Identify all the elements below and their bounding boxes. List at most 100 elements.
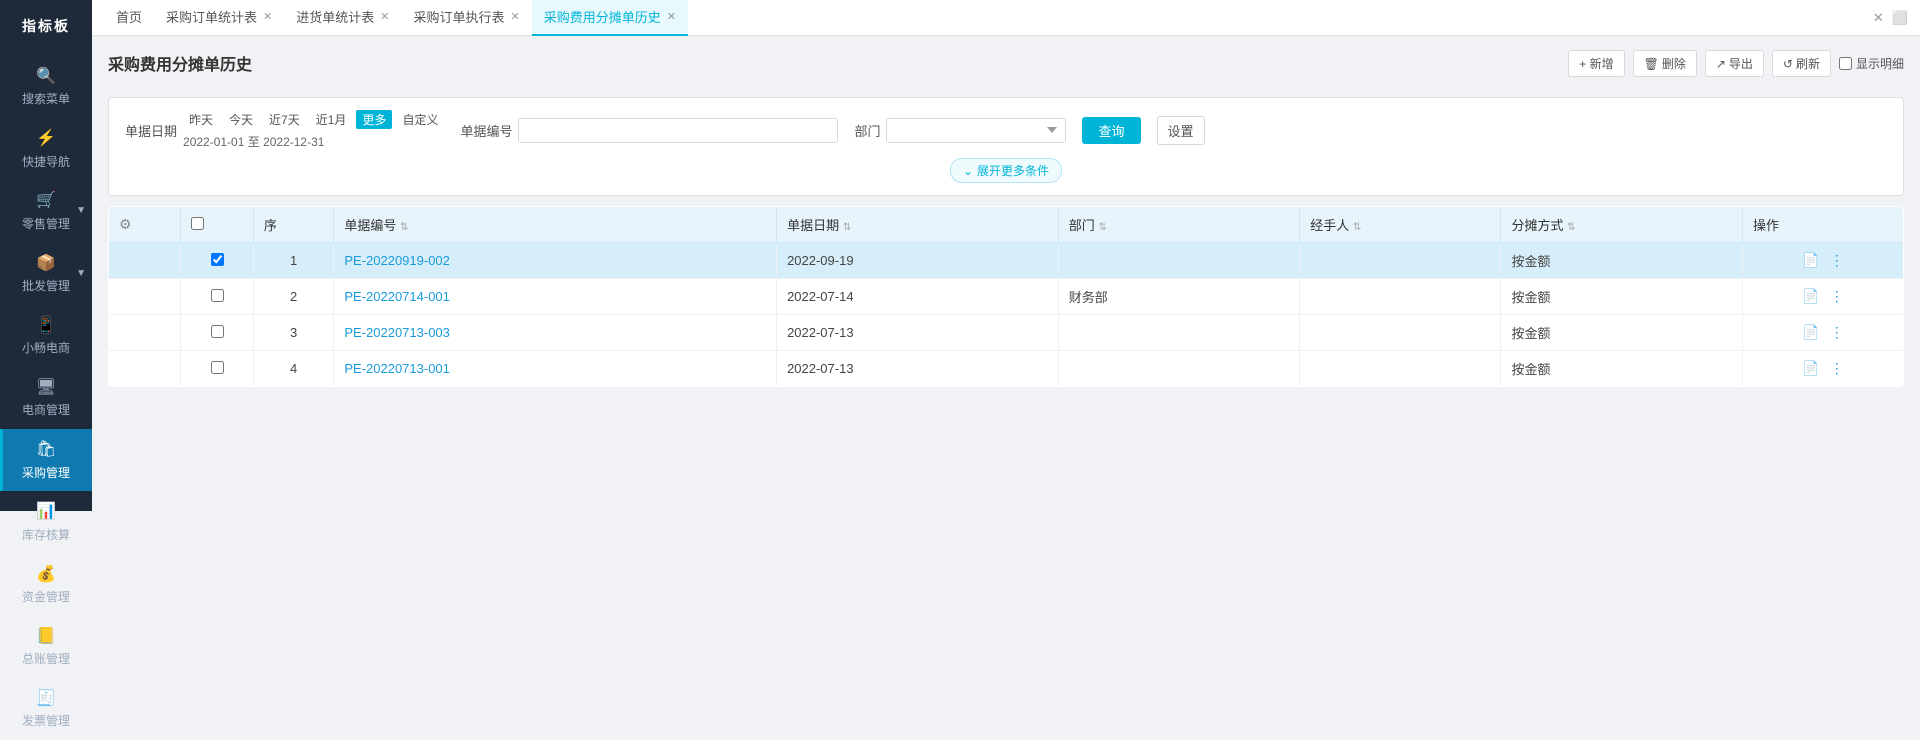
col-header-check	[181, 207, 253, 243]
sidebar-item-label: 库存核算	[22, 528, 70, 542]
row-view-icon[interactable]: 📄	[1800, 322, 1821, 343]
tab-purchase-stat[interactable]: 采购订单统计表 ✕	[154, 0, 284, 36]
row-split: 按金额	[1501, 351, 1742, 387]
table-settings-icon[interactable]: ⚙	[119, 216, 132, 232]
sort-date-icon[interactable]: ⇅	[843, 222, 851, 233]
search-row: 单据日期 昨天 今天 近7天 近1月 更多 自定义 2022-01-01 至 2…	[125, 110, 1887, 150]
row-view-icon[interactable]: 📄	[1800, 286, 1821, 307]
date-field: 单据日期 昨天 今天 近7天 近1月 更多 自定义 2022-01-01 至 2…	[125, 110, 444, 150]
row-checkbox-2[interactable]	[211, 325, 224, 338]
row-docno: PE-20220713-003	[334, 315, 777, 351]
row-dept: 财务部	[1058, 279, 1299, 315]
tab-close-purchase-exec[interactable]: ✕	[511, 10, 520, 23]
row-checkbox-3[interactable]	[211, 361, 224, 374]
row-checkbox-1[interactable]	[211, 289, 224, 302]
settings-button[interactable]: 设置	[1157, 116, 1205, 145]
row-more-icon[interactable]: ⋮	[1828, 358, 1846, 379]
sort-docno-icon[interactable]: ⇅	[400, 222, 408, 233]
tab-purchase-exec-label: 采购订单执行表	[413, 7, 504, 26]
tab-close-purchase-cost[interactable]: ✕	[667, 10, 676, 23]
tab-close-all-icon[interactable]: ✕	[1873, 10, 1884, 26]
table-header: ⚙ 序 单据编号 ⇅ 单据日期 ⇅ 部门	[109, 207, 1904, 243]
row-handler	[1300, 351, 1501, 387]
ecom-icon: 🖥	[4, 377, 88, 399]
sidebar-item-wholesale[interactable]: 📦 批发管理 ▼	[0, 243, 92, 305]
dept-select[interactable]: 财务部	[886, 118, 1066, 143]
dept-field: 部门 财务部	[854, 118, 1066, 143]
row-date: 2022-09-19	[777, 243, 1059, 279]
sort-split-icon[interactable]: ⇅	[1567, 222, 1575, 233]
display-toggle[interactable]: 显示明细	[1839, 55, 1904, 72]
delete-button[interactable]: 🗑 删除	[1633, 50, 1697, 77]
row-docno-link[interactable]: PE-20220713-003	[344, 325, 450, 340]
row-more-icon[interactable]: ⋮	[1828, 250, 1846, 271]
row-setting	[109, 243, 181, 279]
row-docno-link[interactable]: PE-20220713-001	[344, 361, 450, 376]
sidebar-item-mini[interactable]: 📱 小畅电商	[0, 305, 92, 367]
invoice-icon: 🧾	[4, 688, 88, 710]
select-all-checkbox[interactable]	[191, 217, 204, 230]
sidebar-item-quicknav[interactable]: ⚡ 快捷导航	[0, 118, 92, 180]
row-split: 按金额	[1501, 243, 1742, 279]
date-tag-yesterday[interactable]: 昨天	[183, 110, 219, 129]
sort-handler-icon[interactable]: ⇅	[1353, 222, 1361, 233]
date-tag-custom[interactable]: 自定义	[396, 110, 444, 129]
row-view-icon[interactable]: 📄	[1800, 250, 1821, 271]
expand-row: ⌄ 展开更多条件	[125, 158, 1887, 183]
doc-no-input[interactable]	[518, 118, 838, 143]
row-more-icon[interactable]: ⋮	[1828, 322, 1846, 343]
tab-actions: ✕ ⬜	[1873, 10, 1908, 26]
chevron-down-icon: ▼	[76, 204, 86, 218]
row-checkbox-0[interactable]	[211, 253, 224, 266]
row-docno-link[interactable]: PE-20220714-001	[344, 289, 450, 304]
row-no: 3	[253, 315, 333, 351]
display-toggle-checkbox[interactable]	[1839, 57, 1852, 70]
sidebar-item-label: 搜索菜单	[22, 92, 70, 106]
sidebar-item-purchase[interactable]: 🛍 采购管理	[0, 429, 92, 491]
row-handler	[1300, 243, 1501, 279]
tab-maximize-icon[interactable]: ⬜	[1892, 10, 1908, 26]
query-button[interactable]: 查询	[1082, 117, 1140, 144]
sidebar-item-finance[interactable]: 💰 资金管理	[0, 554, 92, 616]
tab-close-purchase-goods[interactable]: ✕	[380, 10, 389, 23]
tab-close-purchase-stat[interactable]: ✕	[263, 10, 272, 23]
expand-button[interactable]: ⌄ 展开更多条件	[950, 158, 1062, 183]
sidebar-item-retail[interactable]: 🛒 零售管理 ▼	[0, 180, 92, 242]
sort-dept-icon[interactable]: ⇅	[1098, 222, 1106, 233]
search-icon: 🔍	[4, 66, 88, 88]
sidebar-item-invoice[interactable]: 🧾 发票管理	[0, 678, 92, 740]
date-tag-7days[interactable]: 近7天	[263, 110, 306, 129]
refresh-button[interactable]: ↺ 刷新	[1772, 50, 1831, 77]
row-checkbox-cell	[181, 351, 253, 387]
date-tag-today[interactable]: 今天	[223, 110, 259, 129]
tab-purchase-exec[interactable]: 采购订单执行表 ✕	[401, 0, 531, 36]
delete-icon: 🗑	[1644, 57, 1659, 71]
sidebar-item-search[interactable]: 🔍 搜索菜单	[0, 56, 92, 118]
sidebar-item-ecom[interactable]: 🖥 电商管理	[0, 367, 92, 429]
tab-home[interactable]: 首页	[104, 0, 154, 36]
sidebar-item-label: 快捷导航	[22, 155, 70, 169]
table-row: 3 PE-20220713-003 2022-07-13 按金额 📄 ⋮	[109, 315, 1904, 351]
date-tags: 昨天 今天 近7天 近1月 更多 自定义 2022-01-01 至 2022-1…	[183, 110, 444, 150]
row-setting	[109, 351, 181, 387]
sidebar-item-ledger[interactable]: 📒 总账管理	[0, 616, 92, 678]
col-header-handler: 经手人 ⇅	[1300, 207, 1501, 243]
date-tag-more[interactable]: 更多	[356, 110, 392, 129]
export-button[interactable]: ↗ 导出	[1705, 50, 1764, 77]
sidebar-item-label: 批发管理	[22, 279, 70, 293]
tab-purchase-cost-label: 采购费用分摊单历史	[544, 7, 661, 26]
row-view-icon[interactable]: 📄	[1800, 358, 1821, 379]
tab-purchase-stat-label: 采购订单统计表	[166, 7, 257, 26]
tab-purchase-goods[interactable]: 进货单统计表 ✕	[284, 0, 401, 36]
row-dept	[1058, 315, 1299, 351]
row-no: 2	[253, 279, 333, 315]
row-date: 2022-07-13	[777, 351, 1059, 387]
row-more-icon[interactable]: ⋮	[1828, 286, 1846, 307]
add-button[interactable]: + 新增	[1568, 50, 1624, 77]
sidebar-item-label: 总账管理	[22, 652, 70, 666]
row-docno-link[interactable]: PE-20220919-002	[344, 253, 450, 268]
sidebar-item-inventory[interactable]: 📊 库存核算	[0, 491, 92, 553]
tab-purchase-cost[interactable]: 采购费用分摊单历史 ✕	[532, 0, 688, 36]
date-tag-1month[interactable]: 近1月	[310, 110, 353, 129]
tab-home-label: 首页	[116, 7, 142, 26]
